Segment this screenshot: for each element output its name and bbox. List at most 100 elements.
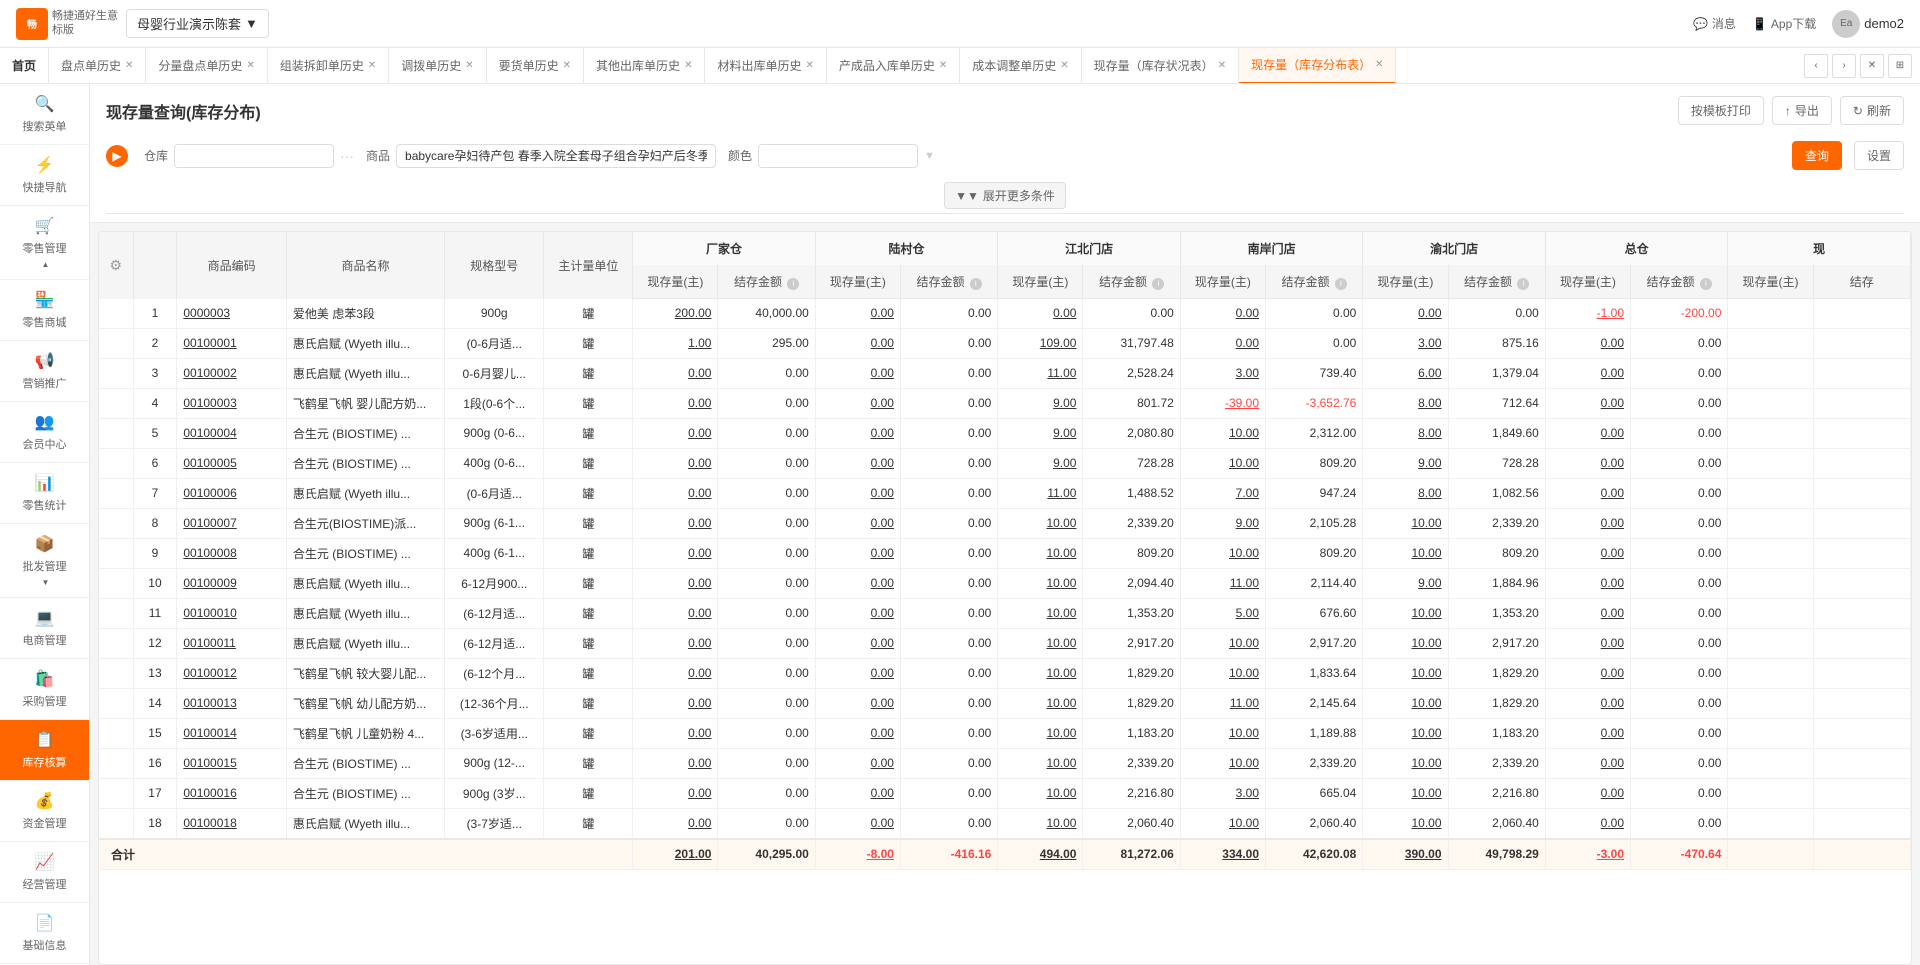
row-l-qty[interactable]: 0.00 <box>815 748 900 778</box>
info-icon[interactable]: i <box>970 278 982 290</box>
row-f-qty[interactable]: 1.00 <box>633 328 718 358</box>
row-code[interactable]: 00100008 <box>177 538 287 568</box>
row-jb-qty[interactable]: 10.00 <box>998 808 1083 839</box>
close-icon[interactable]: ✕ <box>563 60 571 71</box>
row-na-qty[interactable]: 10.00 <box>1180 658 1265 688</box>
row-l-qty[interactable]: 0.00 <box>815 478 900 508</box>
row-z-qty[interactable]: 0.00 <box>1545 718 1630 748</box>
footer-na-qty[interactable]: 334.00 <box>1180 839 1265 870</box>
row-z-qty[interactable]: 0.00 <box>1545 748 1630 778</box>
row-z-qty[interactable]: -1.00 <box>1545 299 1630 329</box>
close-icon[interactable]: ✕ <box>805 60 813 71</box>
warehouse-clear-icon[interactable]: ··· <box>340 148 354 164</box>
close-icon[interactable]: ✕ <box>1060 60 1068 71</box>
sidebar-item-marketing[interactable]: 📢 营销推广 <box>0 341 89 402</box>
user-area[interactable]: Ea demo2 <box>1832 10 1904 38</box>
row-na-qty[interactable]: 3.00 <box>1180 358 1265 388</box>
row-z-qty[interactable]: 0.00 <box>1545 538 1630 568</box>
row-l-qty[interactable]: 0.00 <box>815 538 900 568</box>
row-code[interactable]: 0000003 <box>177 299 287 329</box>
row-code[interactable]: 00100002 <box>177 358 287 388</box>
product-input[interactable] <box>396 144 716 168</box>
row-f-qty[interactable]: 0.00 <box>633 358 718 388</box>
row-l-qty[interactable]: 0.00 <box>815 808 900 839</box>
row-na-qty[interactable]: 9.00 <box>1180 508 1265 538</box>
row-l-qty[interactable]: 0.00 <box>815 299 900 329</box>
row-f-qty[interactable]: 0.00 <box>633 688 718 718</box>
row-code[interactable]: 00100003 <box>177 388 287 418</box>
row-yb-qty[interactable]: 8.00 <box>1363 478 1448 508</box>
info-icon[interactable]: i <box>1517 278 1529 290</box>
tab-4[interactable]: 调拨单历史 ✕ <box>389 48 486 84</box>
row-f-qty[interactable]: 0.00 <box>633 658 718 688</box>
row-z-qty[interactable]: 0.00 <box>1545 598 1630 628</box>
row-l-qty[interactable]: 0.00 <box>815 418 900 448</box>
row-na-qty[interactable]: 10.00 <box>1180 538 1265 568</box>
row-l-qty[interactable]: 0.00 <box>815 688 900 718</box>
row-na-qty[interactable]: 10.00 <box>1180 748 1265 778</box>
row-code[interactable]: 00100006 <box>177 478 287 508</box>
row-jb-qty[interactable]: 9.00 <box>998 418 1083 448</box>
row-jb-qty[interactable]: 11.00 <box>998 478 1083 508</box>
row-l-qty[interactable]: 0.00 <box>815 358 900 388</box>
tab-11[interactable]: 现存量（库存分布表） ✕ <box>1239 48 1396 84</box>
print-button[interactable]: 按模板打印 <box>1678 96 1764 125</box>
row-l-qty[interactable]: 0.00 <box>815 778 900 808</box>
row-na-qty[interactable]: 10.00 <box>1180 448 1265 478</box>
store-selector[interactable]: 母婴行业演示陈套 ▼ <box>126 9 269 38</box>
sidebar-item-basics[interactable]: 📄 基础信息 <box>0 903 89 964</box>
row-l-qty[interactable]: 0.00 <box>815 718 900 748</box>
row-na-qty[interactable]: 3.00 <box>1180 778 1265 808</box>
row-l-qty[interactable]: 0.00 <box>815 388 900 418</box>
row-code[interactable]: 00100010 <box>177 598 287 628</box>
row-f-qty[interactable]: 0.00 <box>633 568 718 598</box>
tab-1[interactable]: 盘点单历史 ✕ <box>49 48 146 84</box>
sidebar-item-inventory[interactable]: 📋 库存核算 <box>0 720 89 781</box>
tab-6[interactable]: 其他出库单历史 ✕ <box>584 48 705 84</box>
color-dropdown-icon[interactable]: ▼ <box>924 150 935 162</box>
row-jb-qty[interactable]: 109.00 <box>998 328 1083 358</box>
close-icon[interactable]: ✕ <box>465 60 473 71</box>
sidebar-item-ecommerce[interactable]: 💻 电商管理 <box>0 598 89 659</box>
sidebar-item-operations[interactable]: 📈 经营管理 <box>0 842 89 903</box>
row-na-qty[interactable]: 7.00 <box>1180 478 1265 508</box>
row-na-qty[interactable]: 0.00 <box>1180 328 1265 358</box>
close-icon[interactable]: ✕ <box>1218 60 1226 71</box>
close-icon[interactable]: ✕ <box>125 60 133 71</box>
settings-button[interactable]: 设置 <box>1854 141 1904 170</box>
row-na-qty[interactable]: 10.00 <box>1180 718 1265 748</box>
row-yb-qty[interactable]: 10.00 <box>1363 718 1448 748</box>
expand-more-btn[interactable]: ▼▼ 展开更多条件 <box>944 182 1066 209</box>
row-f-qty[interactable]: 0.00 <box>633 478 718 508</box>
row-f-qty[interactable]: 0.00 <box>633 538 718 568</box>
row-jb-qty[interactable]: 10.00 <box>998 718 1083 748</box>
close-icon[interactable]: ✕ <box>1375 59 1383 70</box>
row-code[interactable]: 00100018 <box>177 808 287 839</box>
row-yb-qty[interactable]: 9.00 <box>1363 448 1448 478</box>
row-yb-qty[interactable]: 8.00 <box>1363 388 1448 418</box>
row-yb-qty[interactable]: 6.00 <box>1363 358 1448 388</box>
row-f-qty[interactable]: 200.00 <box>633 299 718 329</box>
row-jb-qty[interactable]: 0.00 <box>998 299 1083 329</box>
refresh-button[interactable]: ↻ 刷新 <box>1840 96 1904 125</box>
row-f-qty[interactable]: 0.00 <box>633 778 718 808</box>
row-f-qty[interactable]: 0.00 <box>633 808 718 839</box>
footer-jb-qty[interactable]: 494.00 <box>998 839 1083 870</box>
close-icon[interactable]: ✕ <box>939 60 947 71</box>
row-l-qty[interactable]: 0.00 <box>815 328 900 358</box>
sidebar-item-retail-stats[interactable]: 📊 零售统计 <box>0 463 89 524</box>
export-button[interactable]: ↑ 导出 <box>1772 96 1832 125</box>
sidebar-item-finance[interactable]: 💰 资金管理 <box>0 781 89 842</box>
row-jb-qty[interactable]: 11.00 <box>998 358 1083 388</box>
footer-f-qty[interactable]: 201.00 <box>633 839 718 870</box>
row-z-qty[interactable]: 0.00 <box>1545 688 1630 718</box>
tab-close-all-btn[interactable]: ✕ <box>1860 54 1884 78</box>
row-f-qty[interactable]: 0.00 <box>633 628 718 658</box>
sidebar-item-members[interactable]: 👥 会员中心 <box>0 402 89 463</box>
row-code[interactable]: 00100015 <box>177 748 287 778</box>
row-code[interactable]: 00100007 <box>177 508 287 538</box>
row-na-qty[interactable]: 10.00 <box>1180 628 1265 658</box>
row-jb-qty[interactable]: 9.00 <box>998 448 1083 478</box>
row-z-qty[interactable]: 0.00 <box>1545 448 1630 478</box>
footer-l-qty[interactable]: -8.00 <box>815 839 900 870</box>
